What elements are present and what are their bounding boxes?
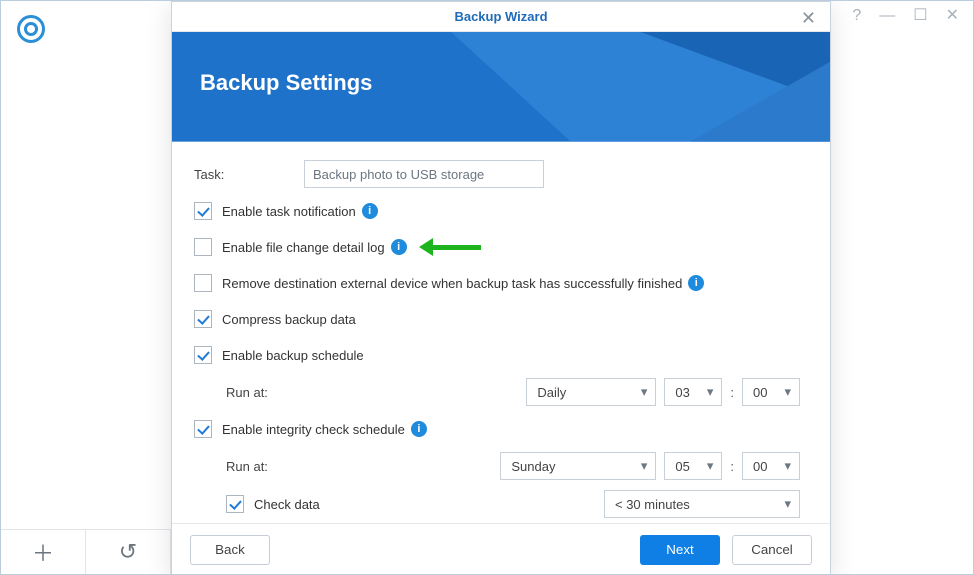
schedule-runat-label: Run at: [226, 385, 336, 400]
schedule-hour-select[interactable]: 03 ▾ [664, 378, 722, 406]
time-colon: : [730, 385, 734, 400]
schedule-minute-select[interactable]: 00 ▾ [742, 378, 800, 406]
check-data-duration-select[interactable]: < 30 minutes ▾ [604, 490, 800, 518]
select-value: 00 [753, 459, 774, 474]
select-value: 05 [675, 459, 696, 474]
integrity-hour-select[interactable]: 05 ▾ [664, 452, 722, 480]
dialog-banner: Backup Settings [172, 32, 830, 142]
chevron-down-icon: ▾ [707, 458, 714, 474]
enable-schedule-label: Enable backup schedule [222, 348, 364, 363]
chevron-down-icon: ▾ [707, 384, 714, 400]
settings-scroll-area[interactable]: Task: Enable task notification i Enable … [172, 142, 830, 523]
info-icon[interactable]: i [391, 239, 407, 255]
banner-heading: Backup Settings [172, 32, 830, 96]
task-label: Task: [194, 167, 304, 182]
next-button[interactable]: Next [640, 535, 720, 565]
info-icon[interactable]: i [362, 203, 378, 219]
enable-notification-row: Enable task notification i [194, 198, 800, 224]
compress-row: Compress backup data [194, 306, 800, 332]
enable-schedule-row: Enable backup schedule [194, 342, 800, 368]
enable-schedule-checkbox[interactable] [194, 346, 212, 364]
dialog-close-icon[interactable]: ✕ [795, 6, 822, 31]
select-value: 03 [675, 385, 696, 400]
remove-device-checkbox[interactable] [194, 274, 212, 292]
check-data-label: Check data [254, 497, 320, 512]
task-name-input[interactable] [304, 160, 544, 188]
chevron-down-icon: ▾ [641, 384, 648, 400]
underlying-app-titlebar: ? — ☐ ✕ [833, 1, 973, 31]
maximize-icon[interactable]: ☐ [913, 8, 927, 24]
schedule-runat-row: Run at: Daily ▾ 03 ▾ : 00 ▾ [226, 378, 800, 406]
close-icon[interactable]: ✕ [946, 8, 959, 24]
back-button[interactable]: Back [190, 535, 270, 565]
minimize-icon[interactable]: — [879, 8, 895, 24]
check-data-checkbox[interactable] [226, 495, 244, 513]
annotation-arrow-icon [421, 239, 481, 255]
compress-checkbox[interactable] [194, 310, 212, 328]
integrity-minute-select[interactable]: 00 ▾ [742, 452, 800, 480]
task-row: Task: [194, 160, 800, 188]
chevron-down-icon: ▾ [784, 384, 791, 400]
info-icon[interactable]: i [411, 421, 427, 437]
add-task-button[interactable]: ＋ [1, 530, 86, 574]
chevron-down-icon: ▾ [784, 496, 791, 512]
backup-wizard-dialog: Backup Wizard ✕ Backup Settings Task: [171, 1, 831, 575]
history-button[interactable]: ↺ [86, 530, 170, 574]
chevron-down-icon: ▾ [641, 458, 648, 474]
dialog-titlebar: Backup Wizard ✕ [172, 2, 830, 32]
time-colon: : [730, 459, 734, 474]
dialog-title: Backup Wizard [454, 9, 547, 24]
cancel-button[interactable]: Cancel [732, 535, 812, 565]
enable-integrity-label: Enable integrity check schedule [222, 422, 405, 437]
enable-notification-label: Enable task notification [222, 204, 356, 219]
enable-integrity-checkbox[interactable] [194, 420, 212, 438]
select-value: Sunday [511, 459, 630, 474]
help-icon[interactable]: ? [852, 8, 861, 24]
integrity-runat-row: Run at: Sunday ▾ 05 ▾ : 00 ▾ [226, 452, 800, 480]
remove-device-label: Remove destination external device when … [222, 276, 682, 291]
select-value: < 30 minutes [615, 497, 774, 512]
app-brand-icon [17, 15, 45, 43]
file-change-log-label: Enable file change detail log [222, 240, 385, 255]
enable-notification-checkbox[interactable] [194, 202, 212, 220]
select-value: 00 [753, 385, 774, 400]
compress-label: Compress backup data [222, 312, 356, 327]
dialog-footer: Back Next Cancel [172, 523, 830, 575]
info-icon[interactable]: i [688, 275, 704, 291]
enable-integrity-row: Enable integrity check schedule i [194, 416, 800, 442]
file-change-log-row: Enable file change detail log i [194, 234, 800, 260]
app-window: ? — ☐ ✕ ＋ ↺ Backup Wizard ✕ Backup Setti… [0, 0, 974, 575]
schedule-frequency-select[interactable]: Daily ▾ [526, 378, 656, 406]
chevron-down-icon: ▾ [784, 458, 791, 474]
select-value: Daily [537, 385, 630, 400]
integrity-runat-label: Run at: [226, 459, 336, 474]
remove-device-row: Remove destination external device when … [194, 270, 800, 296]
check-data-row: Check data < 30 minutes ▾ [226, 490, 800, 518]
bottom-toolbar: ＋ ↺ [1, 529, 171, 574]
integrity-day-select[interactable]: Sunday ▾ [500, 452, 656, 480]
file-change-log-checkbox[interactable] [194, 238, 212, 256]
